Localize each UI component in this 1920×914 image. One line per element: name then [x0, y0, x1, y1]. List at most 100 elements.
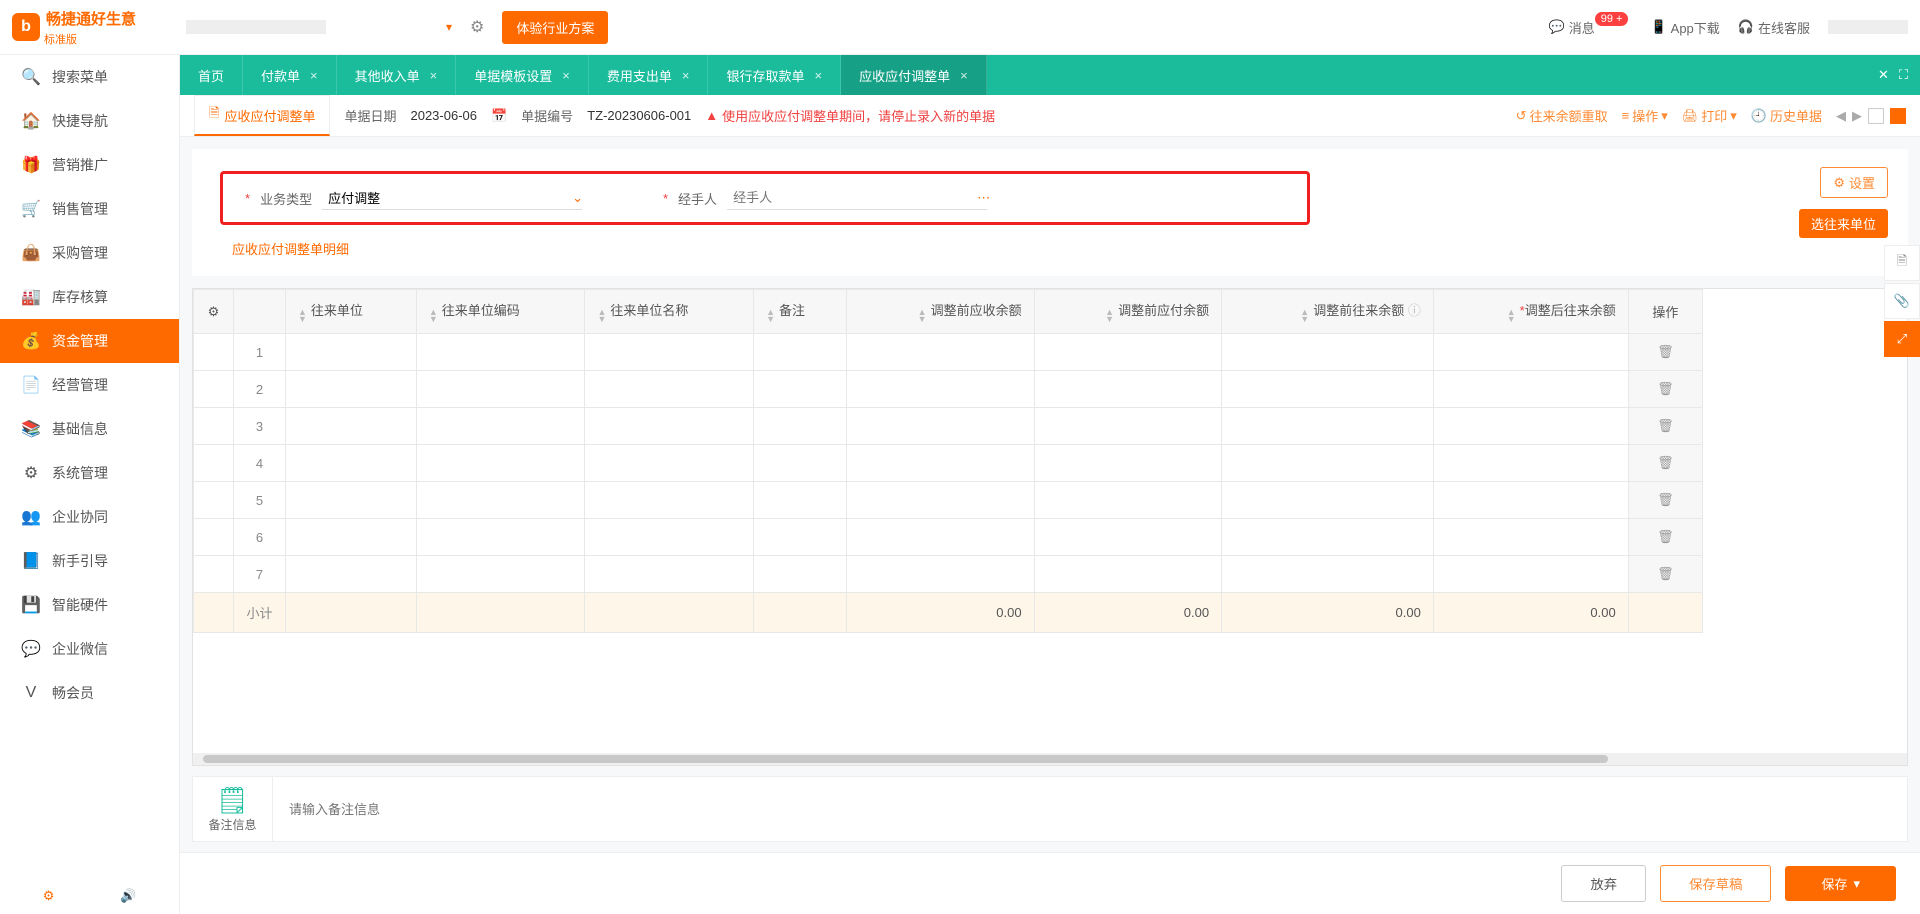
- delete-row-button[interactable]: 🗑: [1628, 556, 1702, 593]
- cell[interactable]: [416, 482, 585, 519]
- sort-icon[interactable]: ▲▼: [429, 309, 438, 323]
- tab-5[interactable]: 银行存取款单×: [708, 55, 841, 95]
- cell[interactable]: [416, 334, 585, 371]
- table-row[interactable]: 7🗑: [194, 556, 1703, 593]
- cell[interactable]: [1034, 334, 1222, 371]
- history-button[interactable]: 🕘历史单据: [1751, 106, 1822, 125]
- sidebar-item-warehouse[interactable]: 🏭库存核算: [0, 275, 179, 319]
- column-header[interactable]: ▲▼调整前应收余额: [847, 290, 1035, 334]
- cell[interactable]: [1433, 556, 1628, 593]
- cell[interactable]: [1433, 445, 1628, 482]
- cell[interactable]: [416, 519, 585, 556]
- select-units-button[interactable]: 选往来单位: [1799, 209, 1888, 238]
- close-icon[interactable]: ×: [310, 68, 318, 83]
- sidebar-item-book[interactable]: 📚基础信息: [0, 407, 179, 451]
- sidebar-item-nav[interactable]: 🏠快捷导航: [0, 99, 179, 143]
- app-download-button[interactable]: 📱 App下载: [1650, 18, 1719, 37]
- cell[interactable]: [286, 519, 417, 556]
- tab-expand-icon[interactable]: ⛶: [1899, 67, 1908, 83]
- more-icon[interactable]: ⋯: [977, 190, 990, 206]
- prev-icon[interactable]: ◀: [1836, 108, 1846, 124]
- table-row[interactable]: 4🗑: [194, 445, 1703, 482]
- cell[interactable]: [1222, 556, 1434, 593]
- cell[interactable]: [754, 371, 847, 408]
- column-header[interactable]: ▲▼往来单位名称: [585, 290, 754, 334]
- sidebar-item-cart[interactable]: 🛒销售管理: [0, 187, 179, 231]
- table-row[interactable]: 1🗑: [194, 334, 1703, 371]
- tab-close-all-icon[interactable]: ✕: [1878, 67, 1889, 83]
- cell[interactable]: [847, 556, 1035, 593]
- sidebar-item-gear[interactable]: ⚙系统管理: [0, 451, 179, 495]
- cell[interactable]: [286, 445, 417, 482]
- sound-footer-icon[interactable]: 🔊: [120, 888, 136, 904]
- cell[interactable]: [847, 334, 1035, 371]
- cell[interactable]: [1433, 371, 1628, 408]
- remark-input[interactable]: [273, 777, 1907, 841]
- cell[interactable]: [754, 519, 847, 556]
- settings-footer-icon[interactable]: ⚙: [43, 888, 55, 904]
- cell[interactable]: [847, 482, 1035, 519]
- doc-date-value[interactable]: 2023-06-06: [410, 108, 477, 123]
- cell[interactable]: [754, 482, 847, 519]
- cell[interactable]: [1222, 371, 1434, 408]
- sidebar-item-guide[interactable]: 📘新手引导: [0, 539, 179, 583]
- sort-icon[interactable]: ▲▼: [1507, 309, 1516, 323]
- cell[interactable]: [1222, 334, 1434, 371]
- tab-0[interactable]: 首页: [180, 55, 243, 95]
- cell[interactable]: [585, 556, 754, 593]
- sidebar-item-vip[interactable]: V畅会员: [0, 671, 179, 715]
- cell[interactable]: [585, 408, 754, 445]
- cell[interactable]: [754, 445, 847, 482]
- column-header[interactable]: ▲▼往来单位: [286, 290, 417, 334]
- column-header[interactable]: ▲▼调整前应付余额: [1034, 290, 1222, 334]
- print-dropdown[interactable]: 🖨打印 ▾: [1682, 106, 1737, 125]
- chevron-down-icon[interactable]: ⌄: [572, 190, 583, 206]
- cell[interactable]: [1433, 408, 1628, 445]
- cell[interactable]: [754, 556, 847, 593]
- company-selector[interactable]: ▾: [186, 20, 452, 34]
- sidebar-item-chip[interactable]: 💾智能硬件: [0, 583, 179, 627]
- operate-dropdown[interactable]: ≡操作 ▾: [1622, 106, 1668, 125]
- cell[interactable]: [754, 334, 847, 371]
- sidebar-item-search[interactable]: 🔍搜索菜单: [0, 55, 179, 99]
- dock-attachment-icon[interactable]: 📎: [1884, 283, 1920, 319]
- delete-row-button[interactable]: 🗑: [1628, 371, 1702, 408]
- sidebar-item-money[interactable]: 💰资金管理: [0, 319, 179, 363]
- cell[interactable]: [286, 482, 417, 519]
- dock-expand-icon[interactable]: ⤢: [1884, 321, 1920, 357]
- cell[interactable]: [585, 445, 754, 482]
- delete-row-button[interactable]: 🗑: [1628, 519, 1702, 556]
- sort-icon[interactable]: ▲▼: [1105, 309, 1114, 323]
- cell[interactable]: [1433, 482, 1628, 519]
- sort-icon[interactable]: ▲▼: [597, 309, 606, 323]
- cell[interactable]: [1433, 334, 1628, 371]
- messages-button[interactable]: 💬 消息 99 +: [1549, 18, 1633, 37]
- delete-row-button[interactable]: 🗑: [1628, 334, 1702, 371]
- cell[interactable]: [1034, 519, 1222, 556]
- cell[interactable]: [286, 334, 417, 371]
- close-icon[interactable]: ×: [960, 68, 968, 83]
- cell[interactable]: [585, 519, 754, 556]
- cell[interactable]: [1034, 408, 1222, 445]
- column-header[interactable]: ▲▼备注: [754, 290, 847, 334]
- calendar-icon[interactable]: 📅: [491, 108, 507, 124]
- cell[interactable]: [585, 482, 754, 519]
- cell[interactable]: [286, 408, 417, 445]
- tab-1[interactable]: 付款单×: [243, 55, 337, 95]
- cell[interactable]: [416, 371, 585, 408]
- cell[interactable]: [416, 445, 585, 482]
- try-industry-button[interactable]: 体验行业方案: [502, 11, 608, 44]
- close-icon[interactable]: ×: [430, 68, 438, 83]
- table-row[interactable]: 5🗑: [194, 482, 1703, 519]
- tab-2[interactable]: 其他收入单×: [337, 55, 457, 95]
- column-header[interactable]: ▲▼*调整后往来余额: [1433, 290, 1628, 334]
- view-card-icon[interactable]: [1890, 108, 1906, 124]
- sort-icon[interactable]: ▲▼: [918, 309, 927, 323]
- cell[interactable]: [1222, 408, 1434, 445]
- next-icon[interactable]: ▶: [1852, 108, 1862, 124]
- close-icon[interactable]: ×: [814, 68, 822, 83]
- sidebar-item-wechat[interactable]: 💬企业微信: [0, 627, 179, 671]
- tab-6[interactable]: 应收应付调整单×: [841, 55, 987, 95]
- table-row[interactable]: 3🗑: [194, 408, 1703, 445]
- tab-4[interactable]: 费用支出单×: [589, 55, 709, 95]
